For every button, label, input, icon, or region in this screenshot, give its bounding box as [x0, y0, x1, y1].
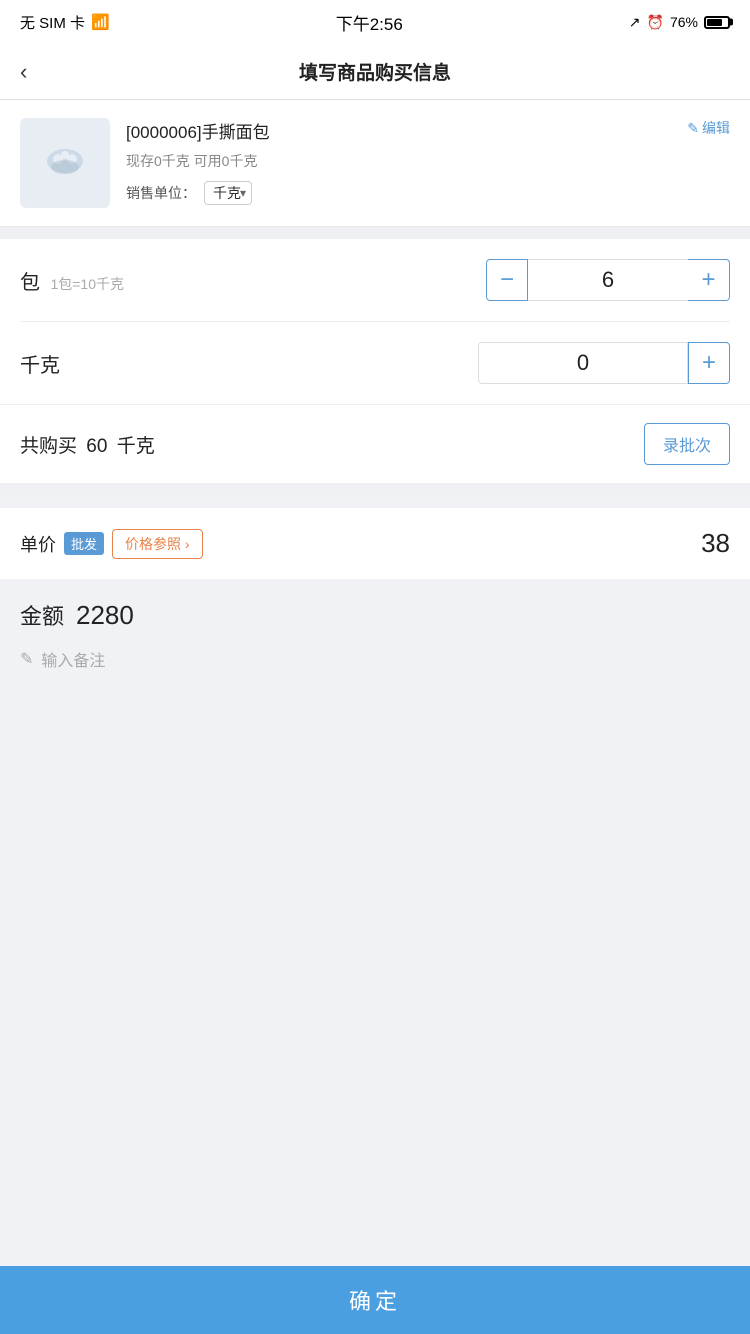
divider-1: [0, 227, 750, 239]
price-label: 单价: [20, 531, 56, 557]
bag-decrement-button[interactable]: −: [486, 259, 528, 301]
nav-bar: ‹ 填写商品购买信息: [0, 44, 750, 100]
product-image: [20, 118, 110, 208]
empty-space: [0, 671, 750, 1011]
product-section: [0000006]手撕面包 ✎ 编辑 现存0千克 可用0千克 销售单位： 千克: [0, 100, 750, 227]
price-section: 单价 批发 价格参照 › 38: [0, 508, 750, 579]
bag-label: 包: [20, 272, 40, 294]
alarm-icon: ⏰: [647, 14, 664, 31]
edit-button[interactable]: ✎ 编辑: [687, 118, 730, 138]
kg-qty-control: +: [478, 342, 730, 384]
amount-value: 2280: [76, 600, 134, 631]
summary-unit: 千克: [117, 436, 155, 457]
input-section: 包 1包=10千克 − + 千克 +: [0, 239, 750, 404]
confirm-label: 确定: [349, 1284, 401, 1316]
status-bar: 无 SIM 卡 📶 下午2:56 ↗ ⏰ 76%: [0, 0, 750, 44]
record-batch-button[interactable]: 录批次: [644, 423, 730, 465]
summary-quantity: 60: [86, 436, 107, 457]
summary-text: 共购买 60 千克: [20, 431, 155, 458]
status-left: 无 SIM 卡 📶: [20, 12, 110, 33]
product-info: [0000006]手撕面包 ✎ 编辑 现存0千克 可用0千克 销售单位： 千克: [126, 118, 730, 205]
status-right: ↗ ⏰ 76%: [629, 14, 730, 31]
confirm-button[interactable]: 确定: [0, 1266, 750, 1334]
bag-label-group: 包 1包=10千克: [20, 266, 124, 295]
edit-icon: ✎: [687, 120, 699, 137]
bag-qty-control: − +: [486, 259, 730, 301]
remark-placeholder: 输入备注: [41, 647, 105, 671]
carrier-label: 无 SIM 卡: [20, 12, 85, 33]
kg-qty-input[interactable]: [478, 342, 688, 384]
battery-percent: 76%: [670, 14, 698, 30]
page-title: 填写商品购买信息: [299, 58, 451, 85]
unit-label: 销售单位：: [126, 183, 196, 203]
wifi-icon: 📶: [91, 13, 110, 31]
kg-input-row: 千克 +: [20, 322, 730, 404]
product-unit-row: 销售单位： 千克: [126, 181, 730, 205]
kg-label: 千克: [20, 355, 60, 377]
unit-select-wrapper[interactable]: 千克: [204, 181, 252, 205]
price-value: 38: [701, 528, 730, 559]
price-type-badge: 批发: [64, 532, 104, 555]
pencil-icon: ✎: [20, 649, 33, 669]
bag-sublabel: 1包=10千克: [50, 276, 124, 292]
product-name: [0000006]手撕面包: [126, 118, 270, 143]
summary-section: 共购买 60 千克 录批次: [0, 404, 750, 484]
battery-icon: [704, 16, 730, 29]
bag-input-row: 包 1包=10千克 − +: [20, 239, 730, 322]
amount-label: 金额: [20, 599, 64, 631]
divider-2: [0, 484, 750, 496]
kg-increment-button[interactable]: +: [688, 342, 730, 384]
bag-increment-button[interactable]: +: [688, 259, 730, 301]
location-icon: ↗: [629, 14, 641, 31]
edit-label: 编辑: [702, 118, 730, 138]
unit-select[interactable]: 千克: [204, 181, 252, 205]
remark-row[interactable]: ✎ 输入备注: [20, 647, 730, 671]
status-time: 下午2:56: [336, 10, 403, 35]
price-reference-button[interactable]: 价格参照 ›: [112, 529, 203, 559]
bag-qty-input[interactable]: [528, 259, 688, 301]
amount-row: 金额 2280: [20, 599, 730, 631]
back-button[interactable]: ‹: [20, 59, 27, 85]
amount-section: 金额 2280 ✎ 输入备注: [0, 579, 750, 671]
summary-prefix: 共购买: [20, 436, 77, 457]
kg-label-group: 千克: [20, 349, 60, 378]
product-stock: 现存0千克 可用0千克: [126, 151, 730, 171]
